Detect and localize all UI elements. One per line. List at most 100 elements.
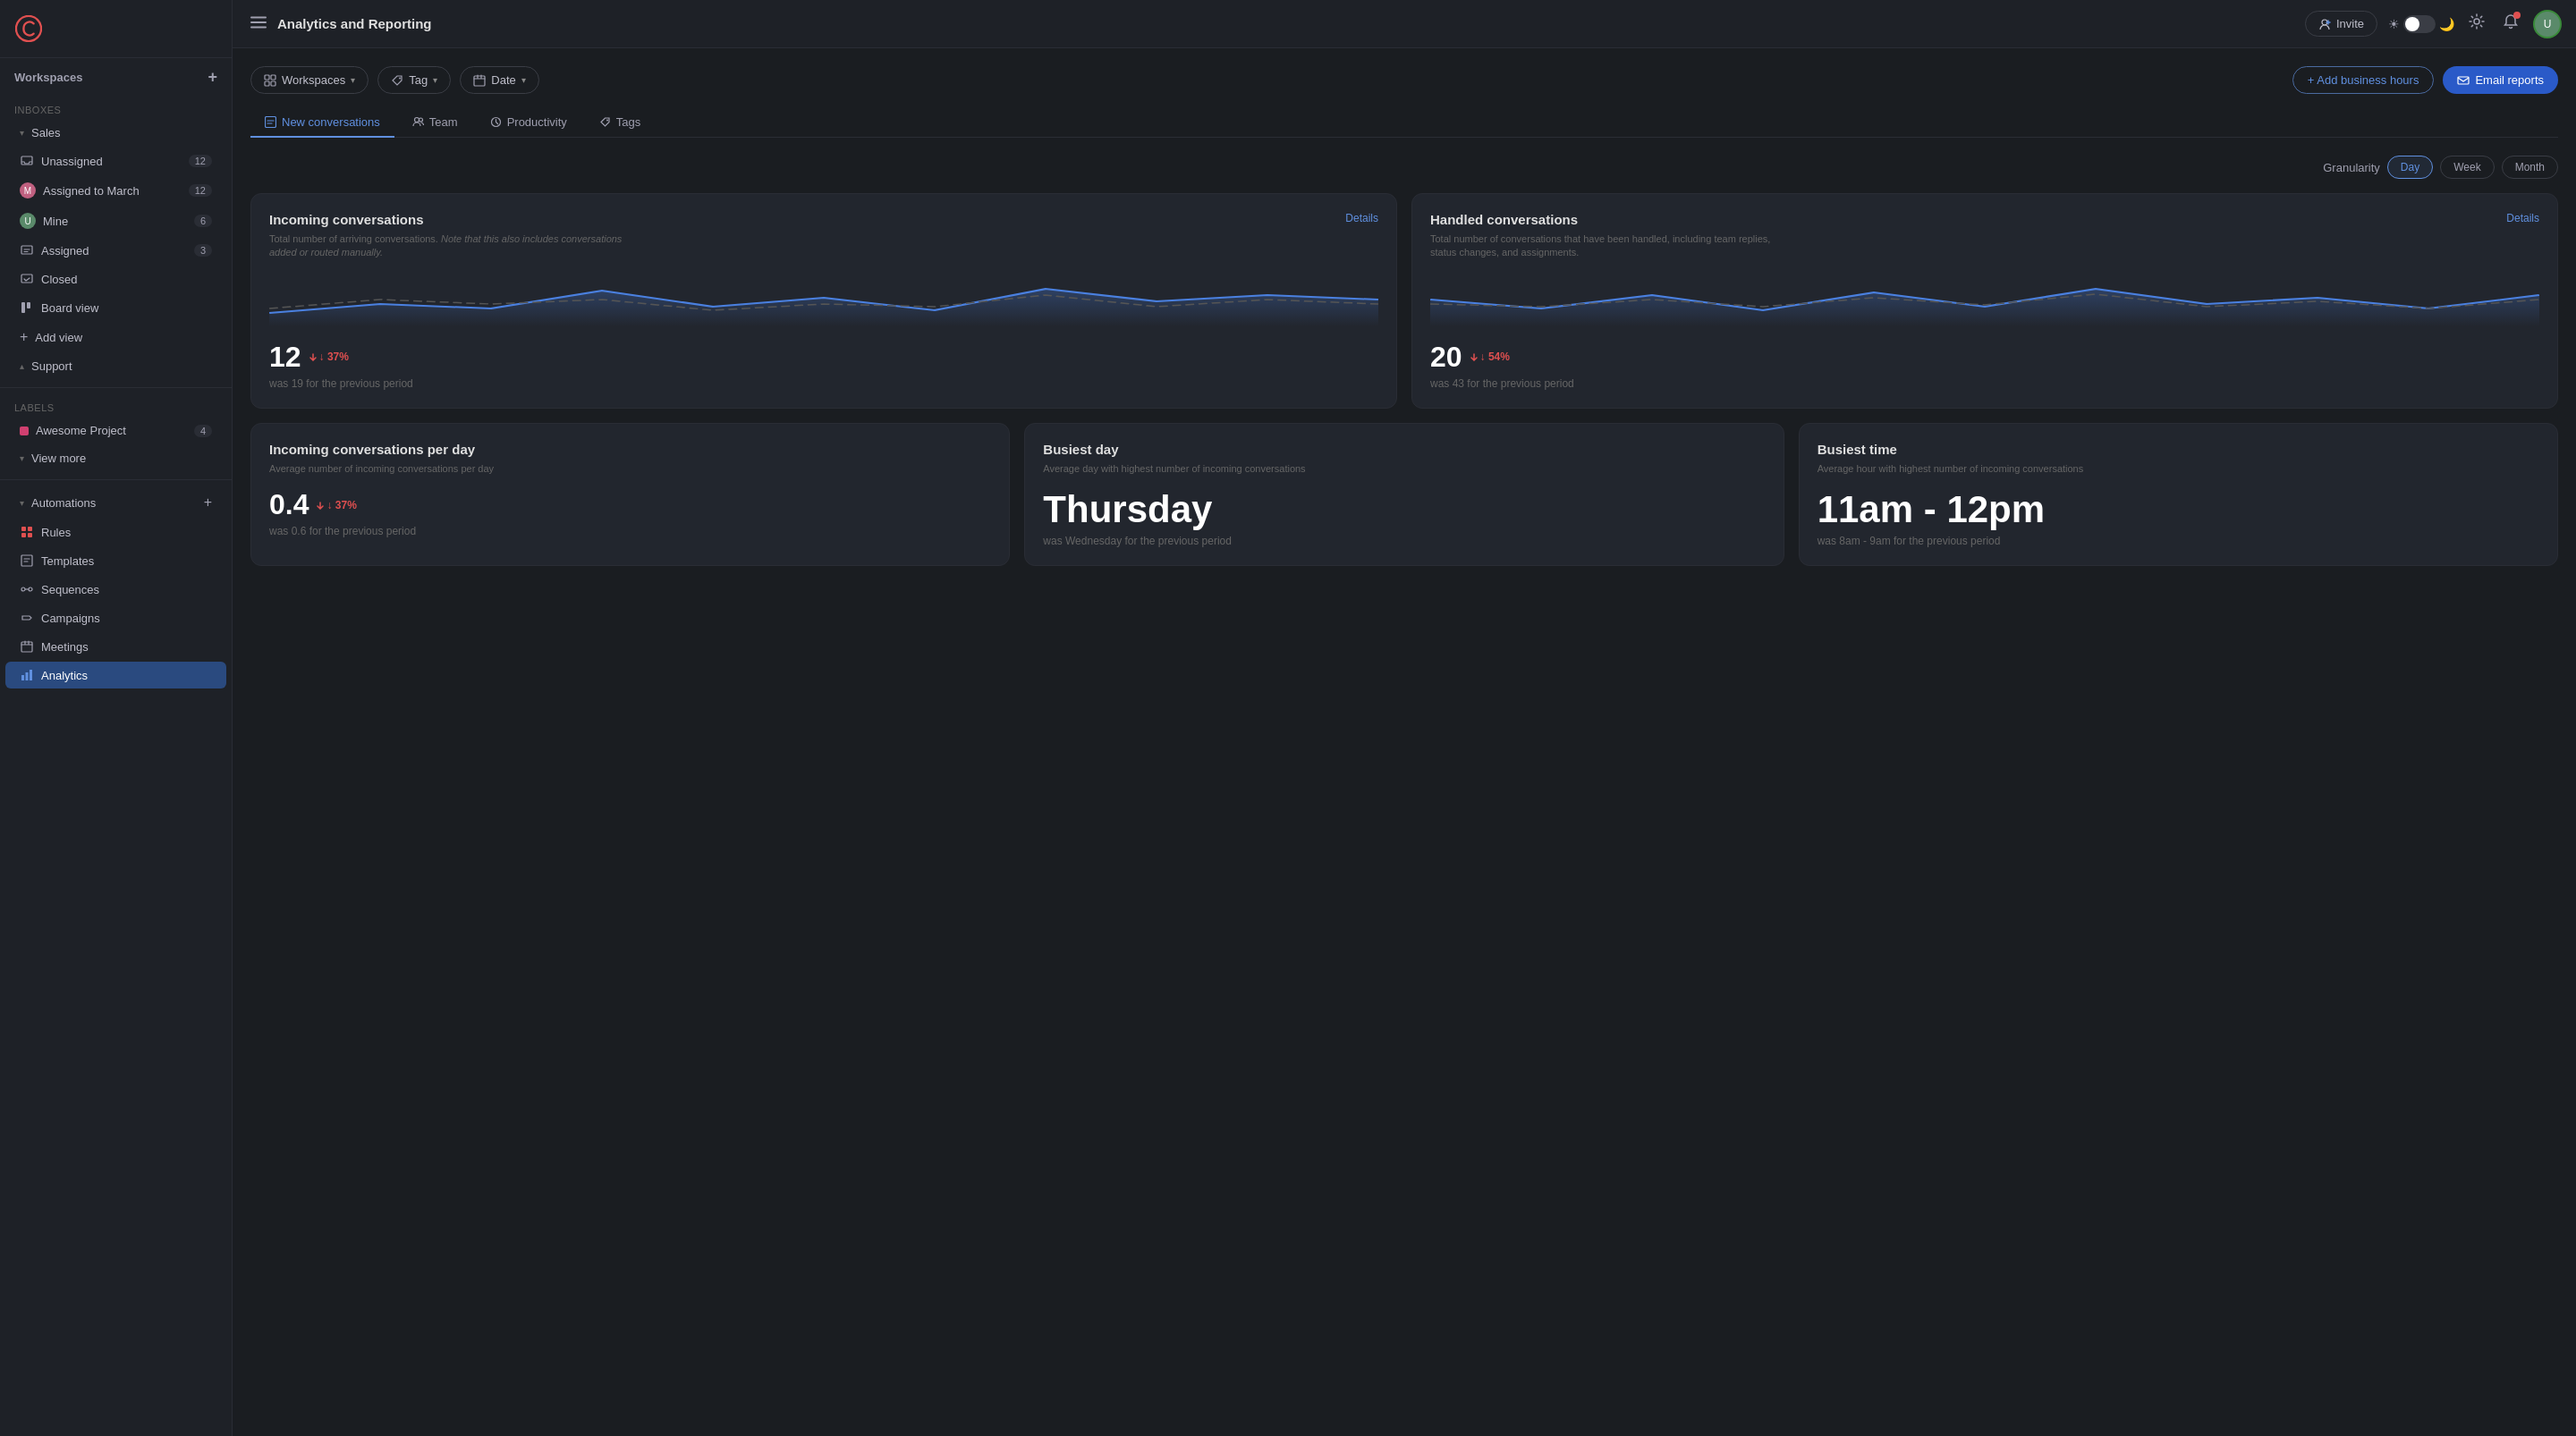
sun-icon: ☀ xyxy=(2388,17,2400,31)
tab-new-conversations[interactable]: New conversations xyxy=(250,108,394,138)
sidebar-item-board-view[interactable]: Board view xyxy=(5,294,226,321)
inbox-icon xyxy=(20,154,34,168)
meetings-icon xyxy=(20,639,34,654)
sidebar-item-label: Templates xyxy=(41,554,94,568)
details-link[interactable]: Details xyxy=(1345,212,1378,224)
sidebar-item-awesome-project[interactable]: Awesome Project 4 xyxy=(5,418,226,443)
user-avatar[interactable]: U xyxy=(2533,10,2562,38)
tab-label: Tags xyxy=(616,115,640,129)
board-icon xyxy=(20,300,34,315)
tab-productivity[interactable]: Productivity xyxy=(476,108,581,138)
tab-label: New conversations xyxy=(282,115,380,129)
card-header: Busiest time xyxy=(1818,442,2539,457)
sidebar-item-label: Assigned to March xyxy=(43,184,140,198)
sidebar-item-assigned[interactable]: Assigned 3 xyxy=(5,237,226,264)
campaigns-icon xyxy=(20,611,34,625)
card-title: Incoming conversations xyxy=(269,212,424,227)
sidebar-item-label: Add view xyxy=(35,331,82,344)
svg-rect-19 xyxy=(250,26,267,28)
sidebar-item-templates[interactable]: Templates xyxy=(5,547,226,574)
card-incoming-per-day: Incoming conversations per day Average n… xyxy=(250,423,1010,566)
granularity-month-button[interactable]: Month xyxy=(2502,156,2558,179)
svg-rect-28 xyxy=(2458,77,2469,84)
workspaces-label: Workspaces + xyxy=(14,69,217,85)
page-title: Analytics and Reporting xyxy=(277,16,432,31)
svg-rect-5 xyxy=(27,302,30,308)
rules-icon xyxy=(20,525,34,539)
add-workspace-icon[interactable]: + xyxy=(208,69,217,85)
notifications-button[interactable] xyxy=(2499,10,2522,38)
granularity-row: Granularity Day Week Month xyxy=(250,156,2558,179)
sidebar-item-analytics[interactable]: Analytics xyxy=(5,662,226,688)
sidebar-item-automations[interactable]: ▾ Automations + xyxy=(5,488,226,517)
sidebar-item-unassigned[interactable]: Unassigned 12 xyxy=(5,148,226,174)
svg-rect-25 xyxy=(271,81,275,86)
sidebar-item-label: Closed xyxy=(41,273,77,286)
sidebar-item-label: Automations xyxy=(31,496,96,510)
toggle-sidebar-button[interactable] xyxy=(247,13,270,36)
invite-button[interactable]: Invite xyxy=(2305,11,2377,37)
add-automation-icon[interactable]: + xyxy=(204,494,212,511)
tab-tags[interactable]: Tags xyxy=(585,108,655,138)
card-description: Total number of arriving conversations. … xyxy=(269,232,627,260)
card-previous-period: was 43 for the previous period xyxy=(1430,377,2539,390)
card-value: Thursday xyxy=(1043,488,1765,531)
chevron-down-icon: ▾ xyxy=(351,75,355,85)
workspaces-filter-button[interactable]: Workspaces ▾ xyxy=(250,66,369,94)
svg-rect-27 xyxy=(474,76,485,86)
card-previous-period: was 19 for the previous period xyxy=(269,377,1378,390)
settings-button[interactable] xyxy=(2465,10,2488,38)
tab-team[interactable]: Team xyxy=(398,108,472,138)
tab-label: Productivity xyxy=(507,115,567,129)
card-description: Average day with highest number of incom… xyxy=(1043,462,1401,476)
filters-row: Workspaces ▾ Tag ▾ Date ▾ + Add business… xyxy=(250,66,2558,94)
sidebar-item-assigned-to-march[interactable]: M Assigned to March 12 xyxy=(5,176,226,205)
svg-point-30 xyxy=(414,118,419,122)
card-title: Handled conversations xyxy=(1430,212,1578,227)
svg-rect-8 xyxy=(21,533,26,537)
tag-filter-button[interactable]: Tag ▾ xyxy=(377,66,451,94)
main-content: Analytics and Reporting Invite ☀ 🌙 U xyxy=(233,0,2576,1436)
granularity-week-button[interactable]: Week xyxy=(2440,156,2494,179)
card-title: Busiest day xyxy=(1043,442,1118,457)
badge: 12 xyxy=(189,184,212,197)
email-reports-button[interactable]: Email reports xyxy=(2443,66,2558,94)
sidebar-item-add-view[interactable]: + Add view xyxy=(5,323,226,351)
assigned-icon xyxy=(20,243,34,258)
svg-rect-7 xyxy=(28,527,32,531)
theme-toggle[interactable]: ☀ 🌙 xyxy=(2388,15,2454,33)
sidebar-item-mine[interactable]: U Mine 6 xyxy=(5,207,226,235)
sidebar-item-sales[interactable]: ▾ Sales xyxy=(5,120,226,146)
date-filter-button[interactable]: Date ▾ xyxy=(460,66,538,94)
details-link[interactable]: Details xyxy=(2506,212,2539,224)
sidebar-item-meetings[interactable]: Meetings xyxy=(5,633,226,660)
logo[interactable] xyxy=(14,14,43,43)
svg-rect-24 xyxy=(265,81,269,86)
sidebar-item-view-more[interactable]: ▾ View more xyxy=(5,445,226,471)
svg-rect-17 xyxy=(250,16,267,18)
granularity-label: Granularity xyxy=(2323,161,2380,174)
chevron-down-icon: ▾ xyxy=(521,75,526,85)
avatar: M xyxy=(20,182,36,199)
granularity-day-button[interactable]: Day xyxy=(2387,156,2433,179)
add-business-hours-button[interactable]: + Add business hours xyxy=(2292,66,2435,94)
tabs-row: New conversations Team Productivity Tags xyxy=(250,108,2558,138)
moon-icon: 🌙 xyxy=(2439,17,2454,31)
card-value: 12 ↓ 37% xyxy=(269,341,1378,374)
plus-icon: + xyxy=(20,329,28,345)
handled-chart xyxy=(1430,273,2539,326)
card-value: 0.4 ↓ 37% xyxy=(269,488,991,521)
sidebar-item-campaigns[interactable]: Campaigns xyxy=(5,604,226,631)
sidebar-item-closed[interactable]: Closed xyxy=(5,266,226,292)
svg-marker-35 xyxy=(1430,289,2539,326)
card-description: Total number of conversations that have … xyxy=(1430,232,1788,260)
card-previous-period: was 8am - 9am for the previous period xyxy=(1818,535,2539,547)
sidebar-item-sequences[interactable]: Sequences xyxy=(5,576,226,603)
toggle-thumb xyxy=(2405,17,2419,31)
sidebar-item-support[interactable]: ▴ Support xyxy=(5,353,226,379)
svg-rect-16 xyxy=(30,670,32,680)
toggle-track[interactable] xyxy=(2403,15,2436,33)
card-header: Incoming conversations Details xyxy=(269,212,1378,227)
sidebar-item-rules[interactable]: Rules xyxy=(5,519,226,545)
change-badge: ↓ 37% xyxy=(309,351,349,363)
